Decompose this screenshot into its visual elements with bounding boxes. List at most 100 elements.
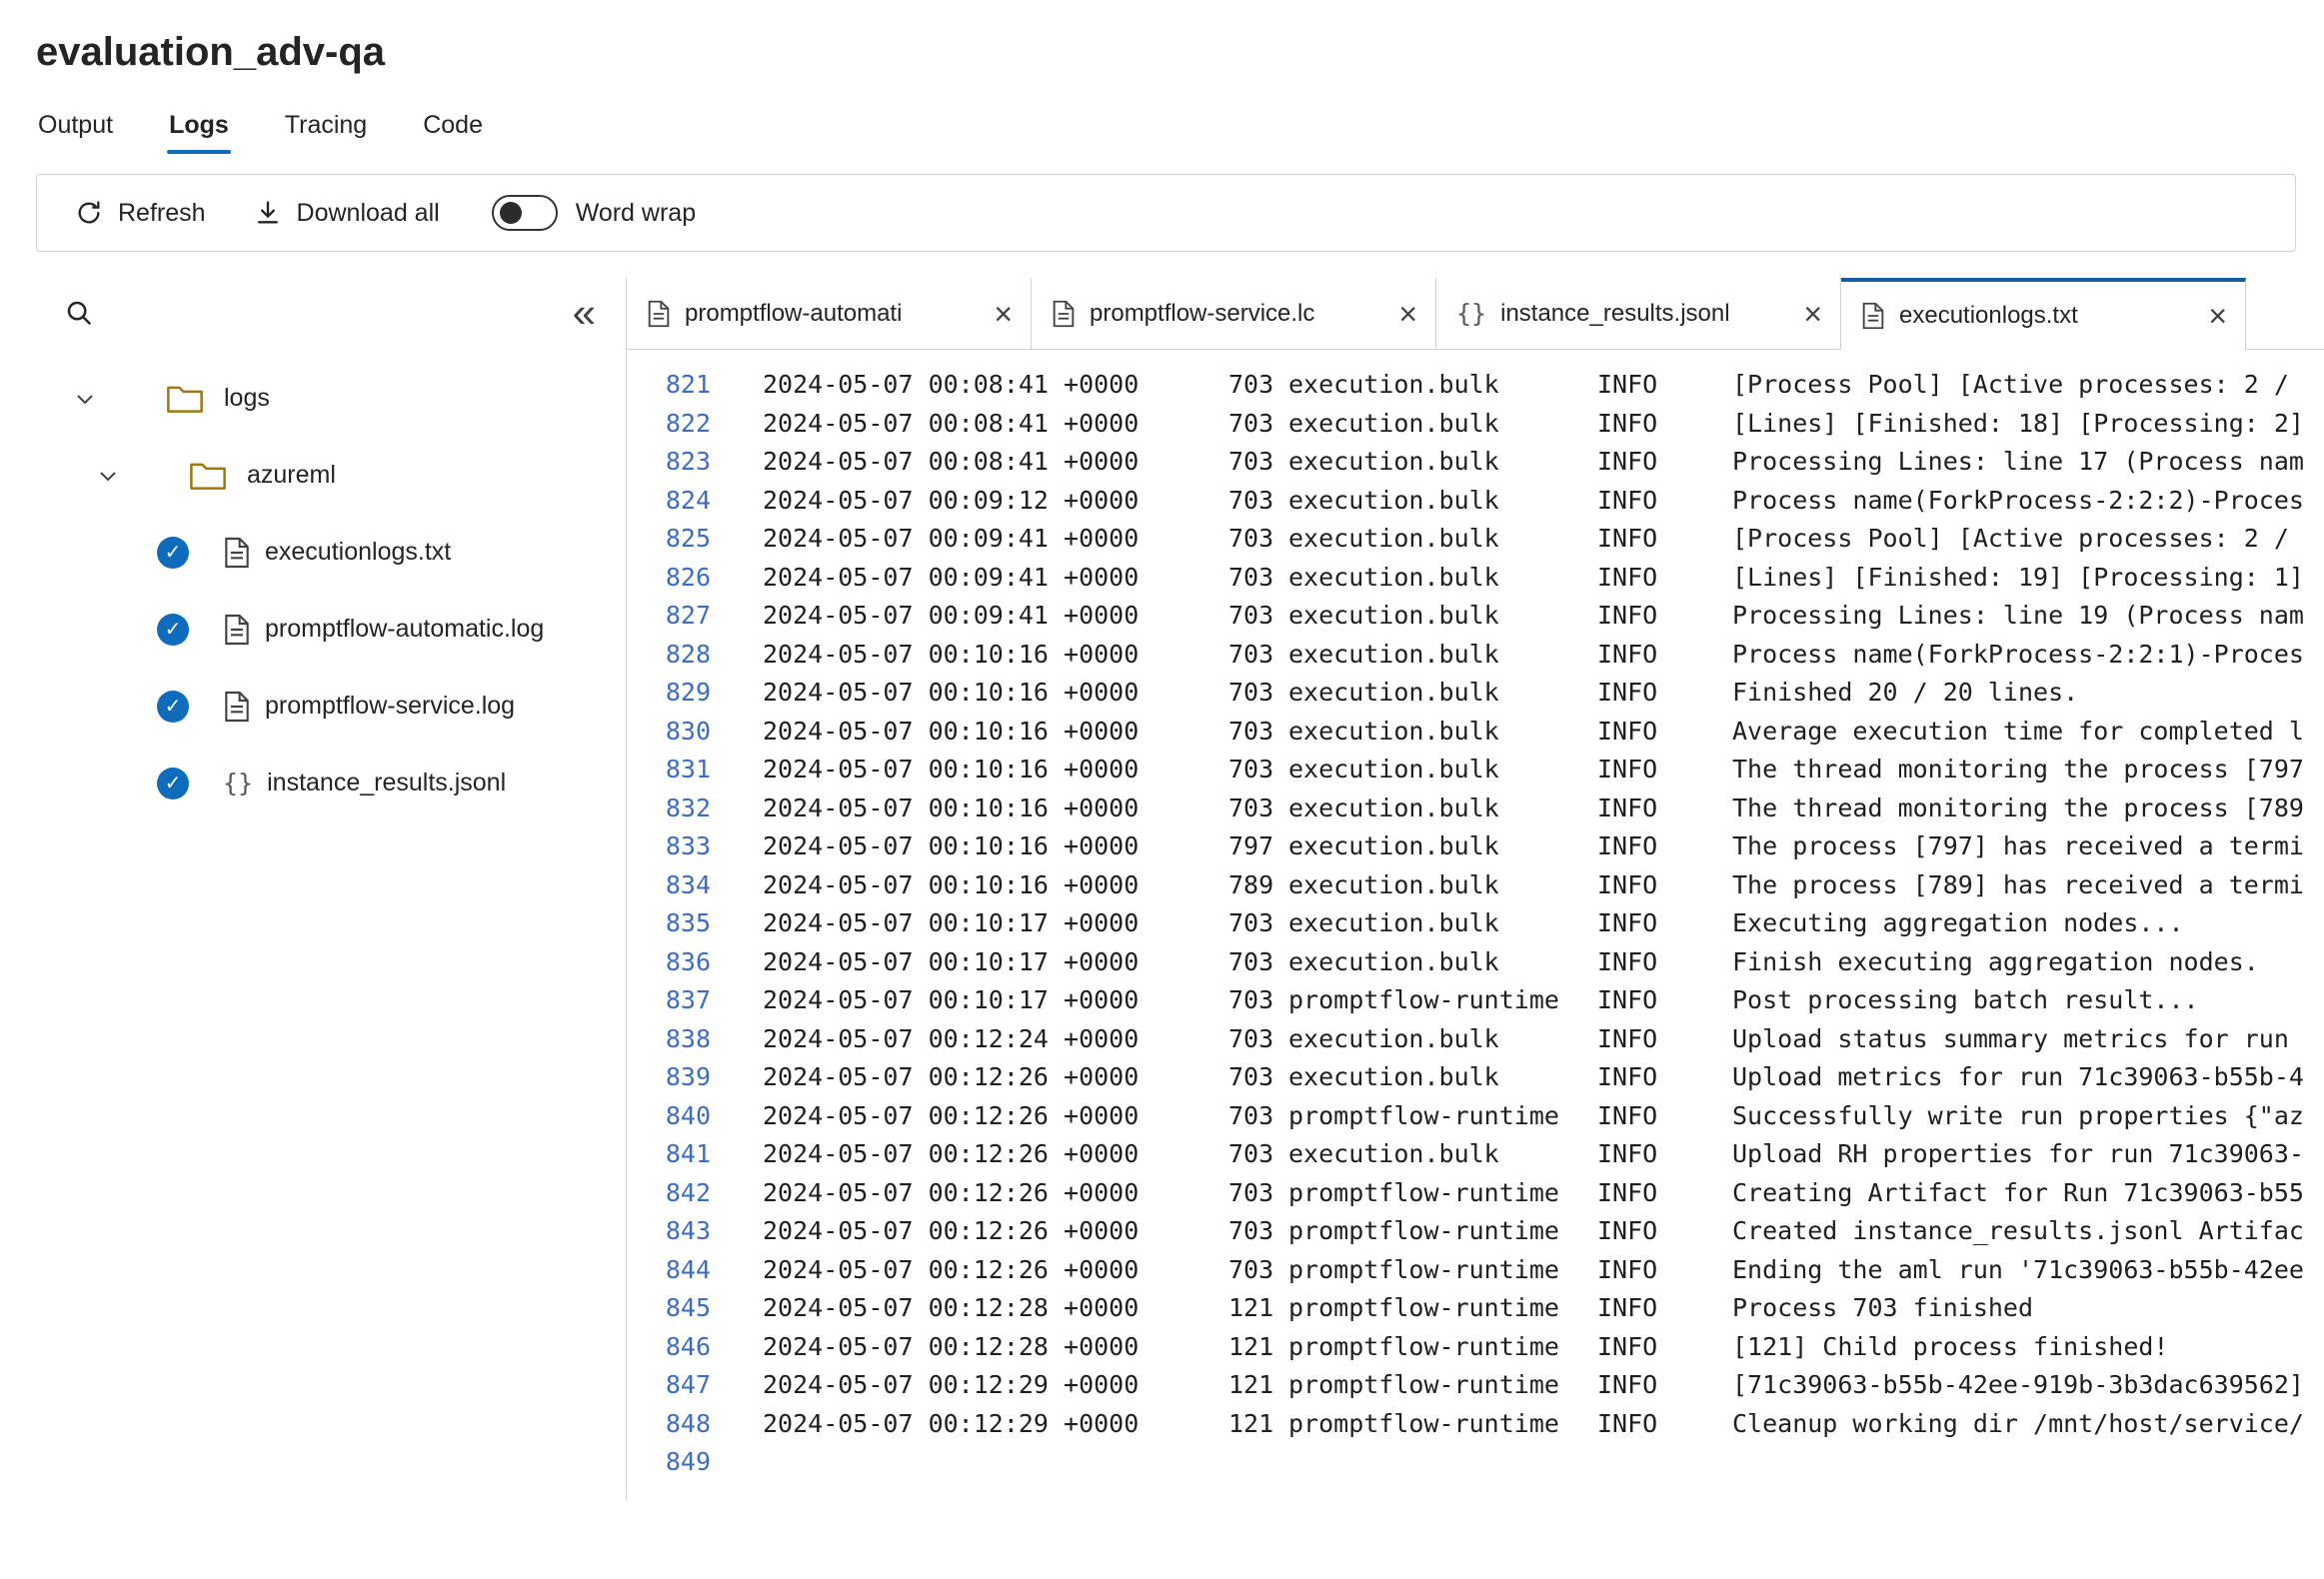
- tree-item-promptflow-service[interactable]: ✓ promptflow-service.log: [36, 668, 626, 745]
- log-editor-area: promptflow-automati × promptflow-service…: [626, 278, 2324, 1500]
- chevron-down-icon[interactable]: [93, 464, 123, 488]
- log-logger: execution.bulk: [1288, 1062, 1499, 1091]
- log-line: 832 2024-05-07 00:10:16 +0000 703 execut…: [627, 790, 2324, 828]
- log-message: The process [797] has received a termi: [1732, 831, 2304, 860]
- chevron-down-icon[interactable]: [70, 387, 100, 411]
- tree-item-executionlogs[interactable]: ✓ executionlogs.txt: [36, 514, 626, 591]
- log-logger: execution.bulk: [1288, 1139, 1499, 1168]
- log-level: INFO: [1597, 601, 1658, 630]
- tab-tracing[interactable]: Tracing: [283, 111, 369, 154]
- editor-tab-promptflow-service[interactable]: promptflow-service.lc ×: [1032, 278, 1436, 349]
- word-wrap-label: Word wrap: [575, 198, 697, 227]
- tab-code[interactable]: Code: [421, 111, 485, 154]
- download-all-button[interactable]: Download all: [230, 175, 464, 251]
- log-logger: promptflow-runtime: [1288, 985, 1559, 1014]
- log-logger: execution.bulk: [1288, 639, 1499, 669]
- log-level: INFO: [1597, 1023, 1658, 1053]
- log-timestamp: 2024-05-07 00:10:17 +0000: [763, 985, 1140, 1014]
- line-number: 837: [665, 985, 711, 1014]
- editor-tab-executionlogs[interactable]: executionlogs.txt ×: [1841, 278, 2246, 350]
- log-pid: [1228, 1443, 1273, 1482]
- collapse-sidebar-icon[interactable]: «: [573, 292, 596, 334]
- log-timestamp: 2024-05-07 00:09:41 +0000: [763, 601, 1140, 630]
- check-badge-icon: ✓: [157, 536, 189, 569]
- log-level: INFO: [1597, 1216, 1658, 1245]
- log-viewer[interactable]: 821 2024-05-07 00:08:41 +0000 703 execut…: [627, 350, 2324, 1500]
- log-message: The process [789] has received a termi: [1732, 869, 2304, 899]
- log-line: 830 2024-05-07 00:10:16 +0000 703 execut…: [627, 713, 2324, 752]
- log-message: [71c39063-b55b-42ee-919b-3b3dac639562]: [1732, 1370, 2304, 1399]
- log-logger: execution.bulk: [1288, 408, 1499, 438]
- tab-output-label: Output: [38, 111, 114, 139]
- log-line: 834 2024-05-07 00:10:16 +0000 789 execut…: [627, 866, 2324, 905]
- line-number: 824: [665, 485, 711, 515]
- log-logger: execution.bulk: [1288, 755, 1499, 784]
- refresh-button[interactable]: Refresh: [51, 175, 230, 251]
- log-pid: 703: [1228, 1023, 1274, 1053]
- log-level: INFO: [1597, 370, 1658, 399]
- tree-item-label: instance_results.jsonl: [267, 769, 507, 796]
- tree-item-label: promptflow-automatic.log: [265, 615, 545, 643]
- log-message: Ending the aml run '71c39063-b55b-42ee: [1732, 1254, 2304, 1284]
- folder-icon: [189, 460, 227, 492]
- log-pid: 703: [1228, 601, 1274, 630]
- log-logger: execution.bulk: [1288, 562, 1499, 592]
- log-timestamp: 2024-05-07 00:10:16 +0000: [763, 831, 1140, 860]
- log-message: Process 703 finished: [1732, 1293, 2034, 1322]
- log-logger: execution.bulk: [1288, 869, 1499, 899]
- log-pid: 703: [1228, 1062, 1274, 1091]
- tree-folder-logs[interactable]: logs: [36, 360, 626, 437]
- refresh-label: Refresh: [118, 198, 206, 227]
- tab-logs[interactable]: Logs: [167, 111, 231, 154]
- tree-folder-label: logs: [224, 384, 270, 412]
- close-icon[interactable]: ×: [990, 298, 1017, 330]
- log-timestamp: 2024-05-07 00:10:16 +0000: [763, 716, 1140, 746]
- tab-output[interactable]: Output: [36, 111, 115, 154]
- log-line: 828 2024-05-07 00:10:16 +0000 703 execut…: [627, 636, 2324, 675]
- search-icon[interactable]: [64, 298, 94, 328]
- log-pid: 703: [1228, 755, 1274, 784]
- tree-item-promptflow-automatic[interactable]: ✓ promptflow-automatic.log: [36, 591, 626, 668]
- log-timestamp: 2024-05-07 00:09:12 +0000: [763, 485, 1140, 515]
- log-message: Upload RH properties for run 71c39063-: [1732, 1139, 2304, 1168]
- line-number: 845: [665, 1293, 711, 1322]
- close-icon[interactable]: ×: [1799, 298, 1826, 330]
- log-logger: execution.bulk: [1288, 485, 1499, 515]
- log-logger: promptflow-runtime: [1288, 1216, 1559, 1245]
- close-icon[interactable]: ×: [1394, 298, 1421, 330]
- log-logger: execution.bulk: [1288, 716, 1499, 746]
- line-number: 834: [665, 869, 711, 899]
- log-level: INFO: [1597, 869, 1658, 899]
- log-pid: 703: [1228, 908, 1274, 937]
- log-pid: 703: [1228, 408, 1274, 438]
- document-icon: [223, 691, 251, 723]
- log-pid: 703: [1228, 639, 1274, 669]
- download-icon: [254, 199, 282, 227]
- tree-folder-azureml[interactable]: azureml: [36, 437, 626, 514]
- log-message: Process name(ForkProcess-2:2:2)-Proces: [1732, 485, 2304, 515]
- tree-item-instance-results[interactable]: ✓ {} instance_results.jsonl: [36, 745, 626, 821]
- log-line: 843 2024-05-07 00:12:26 +0000 703 prompt…: [627, 1212, 2324, 1251]
- log-line: 824 2024-05-07 00:09:12 +0000 703 execut…: [627, 482, 2324, 521]
- log-logger: promptflow-runtime: [1288, 1408, 1559, 1438]
- editor-tab-promptflow-automatic[interactable]: promptflow-automati ×: [627, 278, 1032, 349]
- log-timestamp: 2024-05-07 00:08:41 +0000: [763, 447, 1140, 476]
- log-level: [1597, 1443, 1657, 1482]
- log-timestamp: 2024-05-07 00:12:29 +0000: [763, 1370, 1140, 1399]
- log-pid: 703: [1228, 1100, 1274, 1130]
- log-timestamp: 2024-05-07 00:12:24 +0000: [763, 1023, 1140, 1053]
- editor-tab-instance-results[interactable]: {} instance_results.jsonl ×: [1436, 278, 1841, 349]
- log-timestamp: 2024-05-07 00:12:26 +0000: [763, 1100, 1140, 1130]
- log-logger: promptflow-runtime: [1288, 1177, 1559, 1207]
- line-number: 836: [665, 946, 711, 976]
- check-badge-icon: ✓: [157, 767, 189, 799]
- log-message: Processing Lines: line 19 (Process nam: [1732, 601, 2304, 630]
- line-number: 842: [665, 1177, 711, 1207]
- word-wrap-toggle[interactable]: [491, 195, 558, 231]
- log-level: INFO: [1597, 908, 1658, 937]
- close-icon[interactable]: ×: [2204, 300, 2231, 332]
- log-level: INFO: [1597, 1139, 1658, 1168]
- log-message: The thread monitoring the process [797: [1732, 755, 2304, 784]
- log-message: [Lines] [Finished: 19] [Processing: 1]: [1732, 562, 2304, 592]
- log-timestamp: 2024-05-07 00:12:26 +0000: [763, 1216, 1140, 1245]
